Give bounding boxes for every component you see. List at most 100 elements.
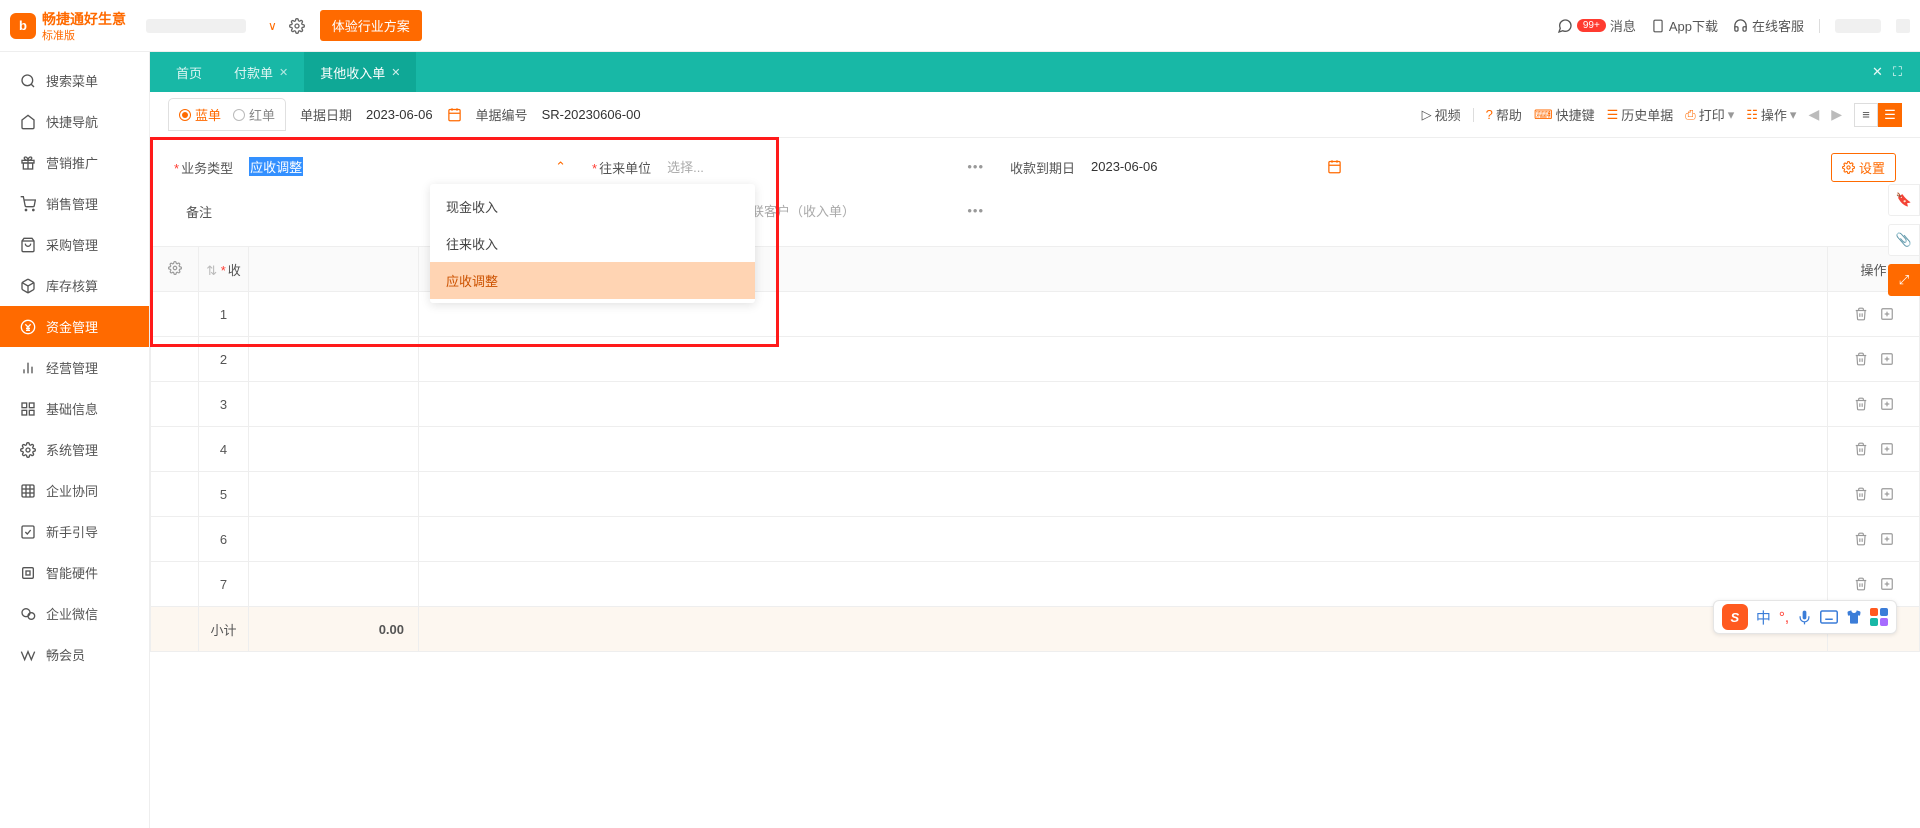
sidebar-item-4[interactable]: 采购管理 [0, 224, 149, 265]
sidebar-item-8[interactable]: 基础信息 [0, 388, 149, 429]
help-button[interactable]: ?帮助 [1486, 105, 1522, 124]
rail-expand-icon[interactable]: ⤢ [1888, 264, 1920, 296]
sidebar-item-10[interactable]: 企业协同 [0, 470, 149, 511]
calendar-icon[interactable] [447, 107, 462, 122]
operate-button[interactable]: ☷操作▾ [1746, 105, 1796, 124]
ime-lang-button[interactable]: 中 [1756, 607, 1771, 628]
more-icon[interactable]: ••• [967, 159, 984, 174]
ime-skin-icon[interactable] [1846, 609, 1862, 625]
radio-red[interactable]: 红单 [233, 105, 275, 124]
table-sort-header[interactable]: ⇅ *收 [199, 247, 249, 292]
keyboard-icon: ⌨ [1534, 107, 1553, 123]
dropdown-option-adjust[interactable]: 应收调整 [430, 262, 755, 299]
app-download-button[interactable]: App下载 [1651, 16, 1718, 35]
messages-button[interactable]: 99+ 消息 [1557, 16, 1636, 35]
tab-payment[interactable]: 付款单 ✕ [218, 52, 304, 92]
user-avatar-placeholder[interactable] [1835, 19, 1881, 33]
table-settings-header[interactable] [151, 247, 199, 292]
add-row-icon[interactable] [1880, 397, 1894, 411]
close-icon[interactable]: ✕ [391, 66, 400, 79]
setting-button[interactable]: 设置 [1831, 153, 1896, 182]
shortcut-button[interactable]: ⌨快捷键 [1534, 105, 1595, 124]
tab-bar: 首页 付款单 ✕ 其他收入单 ✕ ✕ ⛶ [150, 52, 1920, 92]
row-index: 6 [199, 517, 249, 562]
partner-select[interactable]: 选择... ••• [659, 152, 992, 182]
user-menu-caret[interactable] [1896, 19, 1910, 33]
table-amount-header [249, 247, 419, 292]
tab-home[interactable]: 首页 [160, 52, 218, 92]
sidebar-item-label: 采购管理 [46, 235, 98, 254]
view-form-button[interactable]: ☰ [1878, 103, 1902, 127]
delete-row-icon[interactable] [1854, 307, 1868, 321]
calendar-icon[interactable] [1327, 159, 1342, 174]
due-date-input[interactable]: 2023-06-06 [1083, 152, 1350, 182]
rail-attachment-icon[interactable]: 📎 [1888, 224, 1920, 256]
settings-gear-icon[interactable] [289, 18, 305, 34]
table-row: 1 [151, 292, 1920, 337]
radio-blue[interactable]: 蓝单 [179, 105, 221, 124]
add-row-icon[interactable] [1880, 487, 1894, 501]
add-row-icon[interactable] [1880, 307, 1894, 321]
view-list-button[interactable]: ≡ [1854, 103, 1878, 127]
dropdown-option-comings[interactable]: 往来收入 [430, 225, 755, 262]
radio-icon [233, 109, 245, 121]
table-row: 5 [151, 472, 1920, 517]
next-arrow-icon[interactable]: ▶ [1831, 106, 1842, 123]
delete-row-icon[interactable] [1854, 577, 1868, 591]
sidebar-item-7[interactable]: 经营管理 [0, 347, 149, 388]
print-button[interactable]: ⎙打印▾ [1685, 105, 1734, 124]
tab-other-income[interactable]: 其他收入单 ✕ [304, 52, 416, 92]
sidebar-item-5[interactable]: 库存核算 [0, 265, 149, 306]
ime-keyboard-icon[interactable] [1820, 610, 1838, 624]
add-row-icon[interactable] [1880, 532, 1894, 546]
org-selector-placeholder[interactable] [146, 19, 246, 33]
sidebar-item-label: 营销推广 [46, 153, 98, 172]
video-help-button[interactable]: ▷视频 [1422, 105, 1461, 124]
sidebar-item-6[interactable]: 资金管理 [0, 306, 149, 347]
add-row-icon[interactable] [1880, 577, 1894, 591]
add-row-icon[interactable] [1880, 352, 1894, 366]
guide-icon [20, 524, 36, 540]
sidebar-item-3[interactable]: 销售管理 [0, 183, 149, 224]
print-icon: ⎙ [1685, 107, 1695, 123]
ime-mic-icon[interactable] [1797, 610, 1812, 625]
biz-type-dropdown: 现金收入 往来收入 应收调整 [430, 184, 755, 303]
rail-tag-icon[interactable]: 🔖 [1888, 184, 1920, 216]
add-row-icon[interactable] [1880, 442, 1894, 456]
delete-row-icon[interactable] [1854, 487, 1868, 501]
delete-row-icon[interactable] [1854, 532, 1868, 546]
dropdown-option-cash[interactable]: 现金收入 [430, 188, 755, 225]
delete-row-icon[interactable] [1854, 397, 1868, 411]
radio-icon [179, 109, 191, 121]
sidebar-item-12[interactable]: 智能硬件 [0, 552, 149, 593]
delete-row-icon[interactable] [1854, 442, 1868, 456]
sidebar-item-14[interactable]: 畅会员 [0, 634, 149, 675]
ime-apps-icon[interactable] [1870, 608, 1888, 626]
message-badge: 99+ [1577, 19, 1606, 32]
more-icon[interactable]: ••• [967, 203, 984, 218]
close-icon[interactable]: ✕ [279, 66, 288, 79]
table-row: 3 [151, 382, 1920, 427]
sidebar-item-11[interactable]: 新手引导 [0, 511, 149, 552]
sidebar-item-label: 经营管理 [46, 358, 98, 377]
close-all-tabs-icon[interactable]: ✕ [1872, 64, 1883, 80]
trial-industry-button[interactable]: 体验行业方案 [320, 10, 422, 41]
doc-date-value[interactable]: 2023-06-06 [366, 107, 433, 122]
ime-toolbar[interactable]: S 中 °, [1713, 600, 1897, 634]
doc-type-radio-group: 蓝单 红单 [168, 98, 286, 131]
biz-type-value: 应收调整 [249, 157, 303, 176]
sidebar-item-2[interactable]: 营销推广 [0, 142, 149, 183]
sidebar-item-13[interactable]: 企业微信 [0, 593, 149, 634]
sidebar-item-1[interactable]: 快捷导航 [0, 101, 149, 142]
fullscreen-icon[interactable]: ⛶ [1893, 64, 1902, 80]
biz-type-select[interactable]: 应收调整 ⌃ [241, 152, 574, 182]
history-button[interactable]: ☰历史单据 [1607, 105, 1674, 124]
prev-arrow-icon[interactable]: ◀ [1808, 106, 1819, 123]
org-dropdown-caret-icon[interactable]: ∨ [268, 19, 277, 33]
sidebar-item-9[interactable]: 系统管理 [0, 429, 149, 470]
online-service-button[interactable]: 在线客服 [1733, 16, 1804, 35]
ime-punct-icon[interactable]: °, [1779, 609, 1789, 626]
brand-logo: b 畅捷通好生意 标准版 [10, 9, 126, 43]
sidebar-item-0[interactable]: 搜索菜单 [0, 60, 149, 101]
delete-row-icon[interactable] [1854, 352, 1868, 366]
